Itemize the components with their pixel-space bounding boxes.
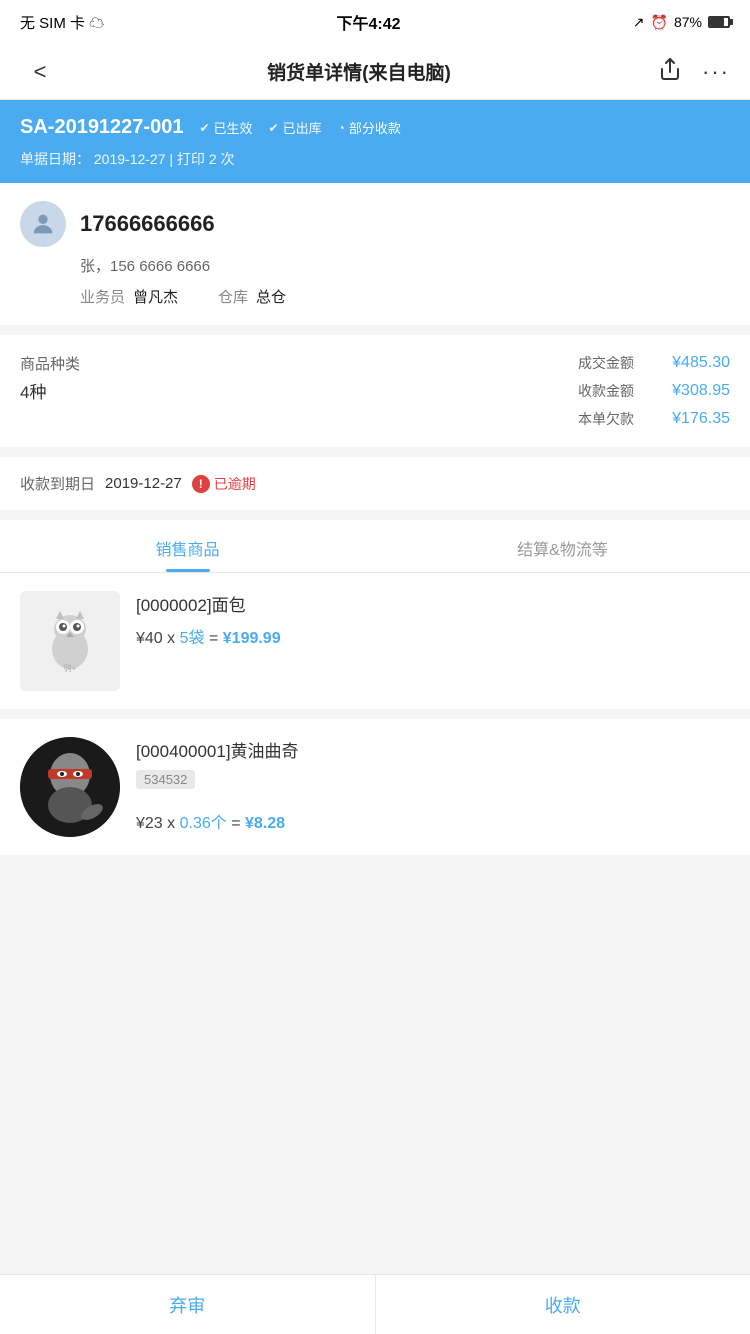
- stat-row-deal: 成交金额 ¥485.30: [578, 353, 730, 373]
- product-total-2: ¥8.28: [245, 815, 285, 832]
- customer-contact: 张，156 6666 6666: [20, 255, 730, 276]
- product-code-1: [0000002]: [136, 596, 212, 615]
- product-image-1: 鸮+: [20, 591, 120, 691]
- customer-phone: 17666666666: [80, 211, 215, 237]
- tabs-bar: 销售商品 结算&物流等: [0, 520, 750, 573]
- warehouse-value: 总仓: [256, 286, 286, 307]
- stat-received-value: ¥308.95: [650, 382, 730, 400]
- price-unit-1: ¥40: [136, 630, 163, 647]
- category-count: 4种: [20, 378, 80, 403]
- customer-section: 17666666666 张，156 6666 6666 业务员 曾凡杰 仓库 总…: [0, 183, 750, 325]
- stat-received-label: 收款金额: [578, 381, 634, 401]
- overdue-badge: ! 已逾期: [192, 474, 256, 494]
- product-batch-2: 534532: [136, 770, 195, 789]
- product-price-1: ¥40 x 5袋 = ¥199.99: [136, 624, 730, 648]
- stat-row-received: 收款金额 ¥308.95: [578, 381, 730, 401]
- date-label: 单据日期：: [20, 151, 90, 167]
- battery-text: 87%: [674, 14, 702, 30]
- price-unit-2: ¥23: [136, 815, 163, 832]
- order-header: SA-20191227-001 已生效 已出库 部分收款 单据日期： 2019-…: [0, 100, 750, 183]
- status-right: ↗ ⏰ 87%: [633, 14, 730, 31]
- stat-row-owed: 本单欠款 ¥176.35: [578, 409, 730, 429]
- stat-deal-value: ¥485.30: [650, 354, 730, 372]
- cancel-review-button[interactable]: 弃审: [0, 1275, 376, 1334]
- product-code-2: [000400001]: [136, 742, 231, 761]
- product-name-1: [0000002]面包: [136, 591, 730, 616]
- status-time: 下午4:42: [336, 10, 400, 34]
- stat-owed-value: ¥176.35: [650, 410, 730, 428]
- bottom-bar: 弃审 收款: [0, 1274, 750, 1334]
- product-price-2: ¥23 x 0.36个 = ¥8.28: [136, 809, 730, 833]
- badge-partial-payment: 部分收款: [338, 118, 401, 137]
- badge-effective: 已生效: [199, 118, 252, 137]
- page-title: 销货单详情(来自电脑): [267, 58, 451, 85]
- product-info-1: [0000002]面包 ¥40 x 5袋 = ¥199.99: [136, 591, 730, 648]
- battery-icon: [708, 16, 730, 28]
- due-section: 收款到期日 2019-12-27 ! 已逾期: [0, 457, 750, 510]
- product-image-2: [20, 737, 120, 837]
- list-item: 鸮+ [0000002]面包 ¥40 x 5袋 = ¥199.99: [0, 573, 750, 709]
- avatar: [20, 201, 66, 247]
- product-title-2: 黄油曲奇: [231, 742, 299, 761]
- product-total-1: ¥199.99: [223, 630, 281, 647]
- stats-section: 商品种类 4种 成交金额 ¥485.30 收款金额 ¥308.95 本单欠款 ¥…: [0, 335, 750, 447]
- more-icon[interactable]: ···: [702, 59, 730, 85]
- product-title-1: 面包: [212, 596, 246, 615]
- category-label: 商品种类: [20, 353, 80, 374]
- due-label: 收款到期日: [20, 473, 95, 494]
- overdue-text: 已逾期: [214, 474, 256, 494]
- direction-icon: ↗: [633, 14, 645, 31]
- status-left: 无 SIM 卡 ☁: [20, 12, 104, 33]
- product-qty-2: 0.36个: [180, 815, 227, 832]
- order-date: 2019-12-27: [94, 151, 166, 167]
- collect-payment-button[interactable]: 收款: [376, 1275, 750, 1334]
- back-button[interactable]: <: [20, 52, 60, 92]
- nav-bar: < 销货单详情(来自电脑) ···: [0, 44, 750, 100]
- share-icon[interactable]: [658, 57, 682, 87]
- badge-outbound: 已出库: [269, 118, 322, 137]
- tab-settlement[interactable]: 结算&物流等: [375, 520, 750, 572]
- stats-right: 成交金额 ¥485.30 收款金额 ¥308.95 本单欠款 ¥176.35: [578, 353, 730, 429]
- customer-meta: 业务员 曾凡杰 仓库 总仓: [20, 286, 730, 307]
- print-info: | 打印 2 次: [169, 151, 234, 167]
- nav-actions: ···: [658, 57, 730, 87]
- stat-deal-label: 成交金额: [578, 353, 634, 373]
- product-list: 鸮+ [0000002]面包 ¥40 x 5袋 = ¥199.99: [0, 573, 750, 855]
- order-date-info: 单据日期： 2019-12-27 | 打印 2 次: [20, 149, 730, 169]
- product-name-2: [000400001]黄油曲奇: [136, 737, 730, 762]
- order-id: SA-20191227-001: [20, 116, 183, 139]
- product-info-2: [000400001]黄油曲奇 534532 ¥23 x 0.36个 = ¥8.…: [136, 737, 730, 833]
- overdue-icon: !: [192, 475, 210, 493]
- salesman-value: 曾凡杰: [133, 286, 178, 307]
- warehouse-label: 仓库: [218, 286, 248, 307]
- list-item: [000400001]黄油曲奇 534532 ¥23 x 0.36个 = ¥8.…: [0, 719, 750, 855]
- stat-owed-label: 本单欠款: [578, 409, 634, 429]
- alarm-icon: ⏰: [651, 14, 668, 31]
- tab-sales-products[interactable]: 销售商品: [0, 520, 375, 572]
- svg-text:鸮+: 鸮+: [64, 663, 77, 673]
- product-qty-1: 5袋: [180, 630, 205, 647]
- no-sim-text: 无 SIM 卡 ☁: [20, 12, 104, 33]
- status-bar: 无 SIM 卡 ☁ 下午4:42 ↗ ⏰ 87%: [0, 0, 750, 44]
- due-date: 2019-12-27: [105, 475, 182, 492]
- salesman-label: 业务员: [80, 286, 125, 307]
